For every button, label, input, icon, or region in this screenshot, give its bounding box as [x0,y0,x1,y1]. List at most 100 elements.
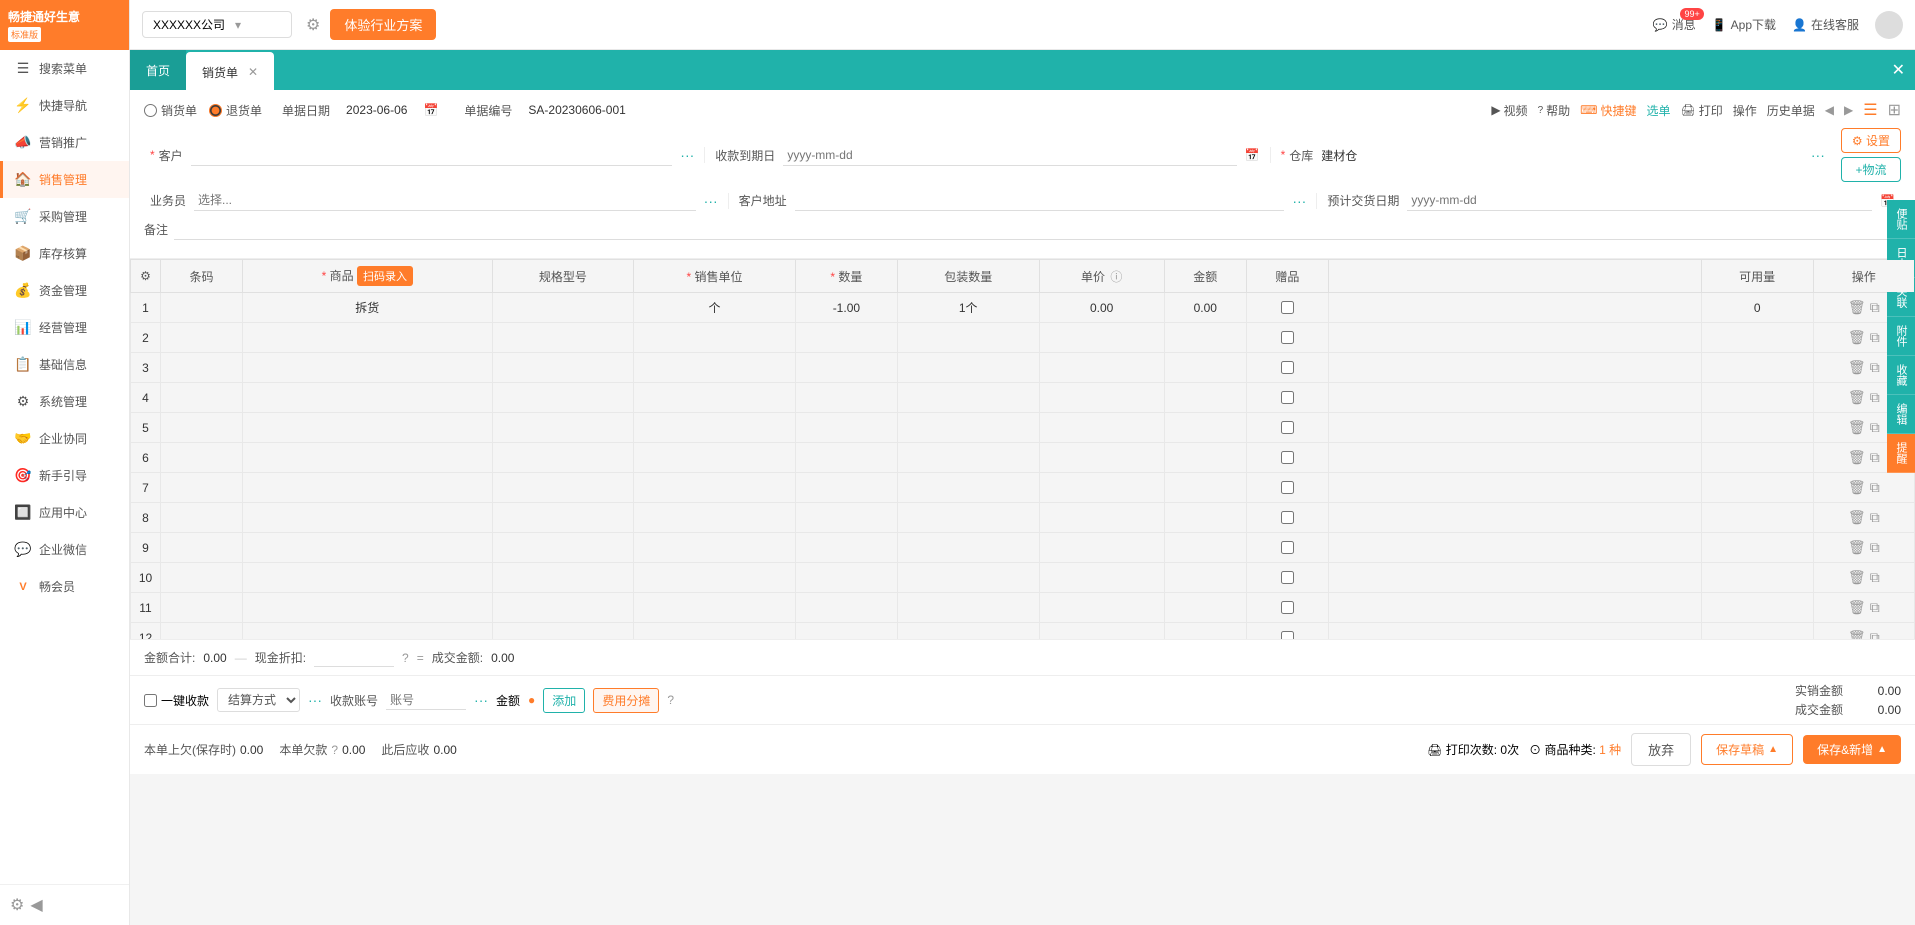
copy-icon-11[interactable]: ⧉ [1870,599,1880,616]
expected-date-input[interactable] [1407,190,1872,211]
float-alert-btn[interactable]: 提醒 [1887,434,1915,473]
warehouse-dots-icon[interactable]: ··· [1811,147,1825,163]
cell-unit-2[interactable] [634,323,796,353]
delete-icon-5[interactable]: 🗑 [1848,419,1866,436]
due-date-input[interactable] [783,145,1236,166]
cell-amount-1[interactable]: 0.00 [1164,293,1246,323]
sidebar-item-basic[interactable]: 📋 基础信息 [0,346,129,383]
toolbar-video[interactable]: ▶ 视频 [1491,102,1527,119]
company-selector[interactable]: XXXXXX公司 ▾ [142,11,292,38]
copy-icon-10[interactable]: ⧉ [1870,569,1880,586]
user-avatar[interactable] [1875,11,1903,39]
delete-icon-3[interactable]: 🗑 [1848,359,1866,376]
th-settings[interactable]: ⚙ [131,260,161,293]
setting-button[interactable]: ⚙ 设置 [1841,128,1901,153]
float-file-btn[interactable]: 附件 [1887,317,1915,356]
add-payment-button[interactable]: 添加 [543,688,585,713]
cell-barcode-1[interactable] [161,293,243,323]
copy-icon-6[interactable]: ⧉ [1870,449,1880,466]
gift-checkbox-2[interactable] [1281,331,1294,344]
radio-return[interactable] [209,104,222,117]
sidebar-item-capital[interactable]: 💰 资金管理 [0,272,129,309]
sidebar-item-system[interactable]: ⚙ 系统管理 [0,383,129,420]
radio-sales-label[interactable]: 销货单 [144,102,197,119]
customer-addr-input[interactable] [795,190,1285,211]
delete-icon-7[interactable]: 🗑 [1848,479,1866,496]
save-draft-button[interactable]: 保存草稿 ▲ [1701,734,1793,765]
prev-icon[interactable]: ◀ [1825,103,1834,117]
settlement-dots[interactable]: ··· [308,692,322,708]
customer-dots-icon[interactable]: ··· [680,147,694,163]
sidebar-item-collab[interactable]: 🤝 企业协同 [0,420,129,457]
cell-amount-2[interactable] [1164,323,1246,353]
delete-icon-4[interactable]: 🗑 [1848,389,1866,406]
cell-pkg-2[interactable] [897,323,1039,353]
copy-icon-8[interactable]: ⧉ [1870,509,1880,526]
trial-button[interactable]: 体验行业方案 [330,9,436,40]
cell-gift-2[interactable] [1246,323,1328,353]
actions-btn[interactable]: 操作 [1733,102,1757,119]
next-icon[interactable]: ▶ [1844,103,1853,117]
gear-icon[interactable]: ⚙ [306,15,320,35]
sidebar-item-sales[interactable]: 🏠 销售管理 [0,161,129,198]
delete-icon-12[interactable]: 🗑 [1848,629,1866,639]
radio-return-label[interactable]: 退货单 [209,102,262,119]
tab-close-icon[interactable]: ✕ [248,65,258,79]
select-btn[interactable]: 选单 [1646,102,1670,119]
copy-icon-1[interactable]: ⧉ [1870,299,1880,316]
copy-icon-9[interactable]: ⧉ [1870,539,1880,556]
cell-barcode-2[interactable] [161,323,243,353]
cell-price-1[interactable]: 0.00 [1039,293,1164,323]
list-view-icon[interactable]: ☰ [1863,100,1877,120]
sidebar-item-apps[interactable]: 🔲 应用中心 [0,494,129,531]
sidebar-item-inventory[interactable]: 📦 库存核算 [0,235,129,272]
app-download-btn[interactable]: 📱 App下载 [1712,16,1776,33]
customer-input[interactable] [191,145,673,166]
salesperson-input[interactable] [194,190,696,211]
sidebar-item-newbie[interactable]: 🎯 新手引导 [0,457,129,494]
cell-spec-1[interactable] [492,293,634,323]
online-service-btn[interactable]: 👤 在线客服 [1792,16,1859,33]
expense-button[interactable]: 费用分摊 [593,688,659,713]
calendar-icon[interactable]: 📅 [423,103,438,117]
cell-spec-2[interactable] [492,323,634,353]
account-input[interactable] [386,691,466,710]
cell-product-2[interactable] [243,323,492,353]
sidebar-item-wechat[interactable]: 💬 企业微信 [0,531,129,568]
delete-icon-8[interactable]: 🗑 [1848,509,1866,526]
sidebar-item-ops[interactable]: 📊 经营管理 [0,309,129,346]
delete-icon-11[interactable]: 🗑 [1848,599,1866,616]
sidebar-item-member[interactable]: V 畅会员 [0,568,129,605]
cell-unit-1[interactable]: 个 [634,293,796,323]
tabbar-close-icon[interactable]: ✕ [1892,60,1905,80]
gift-checkbox-1[interactable] [1281,301,1294,314]
copy-icon-2[interactable]: ⧉ [1870,329,1880,346]
overdue-help[interactable]: ? [331,743,338,757]
delete-icon-10[interactable]: 🗑 [1848,569,1866,586]
due-date-calendar-icon[interactable]: 📅 [1245,148,1260,162]
sidebar-item-purchase[interactable]: 🛒 采购管理 [0,198,129,235]
notes-input[interactable] [174,219,1901,240]
cell-qty-1[interactable]: -1.00 [795,293,897,323]
payment-checkbox-label[interactable]: 一键收款 [144,692,209,709]
radio-sales[interactable] [144,104,157,117]
tab-sales-order[interactable]: 销货单 ✕ [186,52,274,92]
scan-button[interactable]: 扫码录入 [357,266,413,286]
settings-bottom-icon[interactable]: ⚙ [10,895,24,915]
abandon-button[interactable]: 放弃 [1631,733,1691,766]
unit-price-info-icon[interactable]: ⓘ [1110,270,1122,284]
collapse-icon[interactable]: ◀ [30,895,42,915]
salesperson-dots-icon[interactable]: ··· [704,193,718,209]
copy-icon-4[interactable]: ⧉ [1870,389,1880,406]
account-dots[interactable]: ··· [474,692,488,708]
flow-button[interactable]: +物流 [1841,157,1901,182]
float-note-btn[interactable]: 便贴 [1887,200,1915,239]
save-draft-chevron[interactable]: ▲ [1768,744,1778,755]
cell-qty-2[interactable] [795,323,897,353]
delete-icon-6[interactable]: 🗑 [1848,449,1866,466]
help-icon[interactable]: ? 帮助 [1538,102,1571,119]
copy-icon-7[interactable]: ⧉ [1870,479,1880,496]
history-btn[interactable]: 历史单据 [1767,102,1815,119]
float-edit-btn[interactable]: 编辑 [1887,395,1915,434]
save-new-chevron[interactable]: ▲ [1877,744,1887,755]
